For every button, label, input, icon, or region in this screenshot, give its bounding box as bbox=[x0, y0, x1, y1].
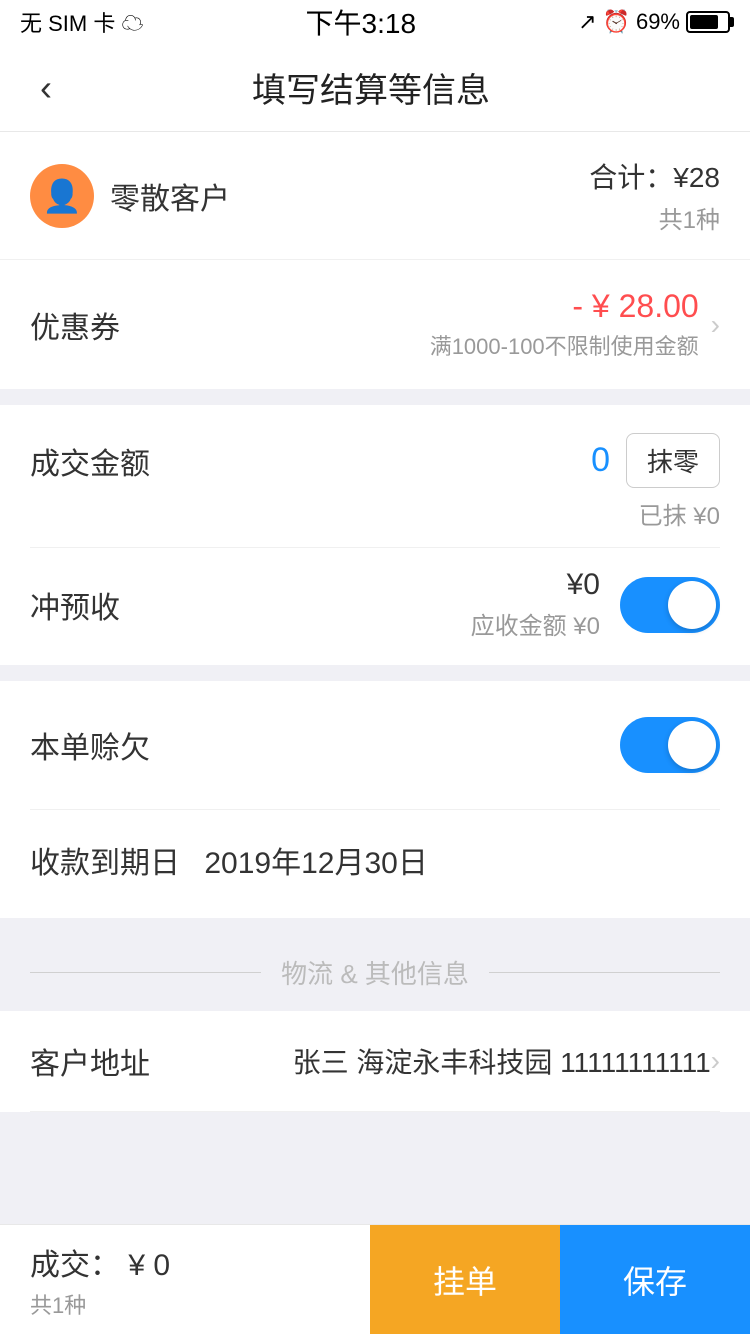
back-button[interactable]: ‹ bbox=[30, 57, 62, 119]
divider-line-right bbox=[489, 972, 720, 973]
bottom-amount-value: ¥ 0 bbox=[128, 1249, 170, 1282]
bottom-bar: 成交： ¥ 0 共1种 挂单 保存 bbox=[0, 1224, 750, 1334]
pending-button[interactable]: 挂单 bbox=[370, 1225, 560, 1334]
coupon-discount: - ¥ 28.00 bbox=[430, 288, 699, 325]
status-time: 下午3:18 bbox=[306, 2, 417, 42]
direction-icon: ↗ bbox=[578, 9, 596, 35]
debt-row: 本单赊欠 bbox=[30, 681, 720, 809]
pre-amount-sub: 应收金额 ¥0 bbox=[471, 606, 600, 641]
pre-receive-toggle[interactable] bbox=[620, 577, 720, 633]
customer-section: 👤 零散客户 合计：¥28 共1种 优惠券 - ¥ 28.00 满1000-10… bbox=[0, 132, 750, 389]
due-date-value: 2019年12月30日 bbox=[204, 847, 427, 880]
transaction-label: 成交金额 bbox=[30, 439, 150, 483]
bottom-count: 共1种 bbox=[30, 1288, 340, 1320]
pre-amount-main: ¥0 bbox=[471, 568, 600, 602]
alarm-icon: ⏰ bbox=[603, 9, 630, 35]
save-button[interactable]: 保存 bbox=[560, 1225, 750, 1334]
pre-receive-right: ¥0 应收金额 ¥0 bbox=[471, 568, 720, 641]
coupon-right: - ¥ 28.00 满1000-100不限制使用金额 › bbox=[430, 288, 720, 361]
coupon-info: - ¥ 28.00 满1000-100不限制使用金额 bbox=[430, 288, 699, 361]
customer-left: 👤 零散客户 bbox=[30, 164, 230, 228]
battery-percent: 69% bbox=[636, 9, 680, 35]
chevron-right-icon: › bbox=[711, 309, 720, 341]
debt-toggle[interactable] bbox=[620, 717, 720, 773]
customer-name: 零散客户 bbox=[110, 174, 230, 218]
debt-label: 本单赊欠 bbox=[30, 723, 150, 767]
page-title: 填写结算等信息 bbox=[72, 63, 670, 112]
total-amount: 合计：¥28 bbox=[589, 156, 720, 196]
nav-bar: ‹ 填写结算等信息 bbox=[0, 44, 750, 132]
coupon-label: 优惠券 bbox=[30, 303, 120, 347]
debt-section: 本单赊欠 收款到期日 2019年12月30日 bbox=[0, 681, 750, 918]
due-date-label: 收款到期日 bbox=[30, 847, 180, 880]
round-button[interactable]: 抹零 bbox=[626, 433, 720, 488]
status-bar: 无 SIM 卡 ☁ 下午3:18 ↗ ⏰ 69% bbox=[0, 0, 750, 44]
avatar: 👤 bbox=[30, 164, 94, 228]
bottom-amount-label: 成交： bbox=[30, 1249, 120, 1282]
address-value: 张三 海淀永丰科技园 11111111111 bbox=[170, 1041, 711, 1081]
logistics-divider: 物流 & 其他信息 bbox=[0, 934, 750, 1011]
address-label: 客户地址 bbox=[30, 1039, 150, 1083]
total-count: 共1种 bbox=[589, 200, 720, 235]
debt-toggle-thumb bbox=[668, 721, 716, 769]
transaction-value: 0 bbox=[591, 441, 610, 480]
status-right: ↗ ⏰ 69% bbox=[578, 9, 730, 35]
due-date-row: 收款到期日 2019年12月30日 bbox=[30, 809, 720, 918]
battery-icon bbox=[686, 11, 730, 33]
main-content: 👤 零散客户 合计：¥28 共1种 优惠券 - ¥ 28.00 满1000-10… bbox=[0, 132, 750, 1248]
address-row[interactable]: 客户地址 张三 海淀永丰科技园 11111111111 › bbox=[30, 1011, 720, 1112]
address-chevron-icon: › bbox=[711, 1045, 720, 1077]
transaction-section: 成交金额 0 抹零 已抹 ¥0 冲预收 ¥0 应收金额 ¥0 bbox=[0, 405, 750, 665]
coupon-row[interactable]: 优惠券 - ¥ 28.00 满1000-100不限制使用金额 › bbox=[0, 259, 750, 389]
customer-right: 合计：¥28 共1种 bbox=[589, 156, 720, 235]
bottom-info: 成交： ¥ 0 共1种 bbox=[0, 1225, 370, 1334]
avatar-icon: 👤 bbox=[42, 177, 82, 215]
pre-receive-row: 冲预收 ¥0 应收金额 ¥0 bbox=[30, 547, 720, 665]
coupon-description: 满1000-100不限制使用金额 bbox=[430, 329, 699, 361]
sim-status: 无 SIM 卡 ☁ bbox=[20, 6, 143, 38]
address-section: 客户地址 张三 海淀永丰科技园 11111111111 › bbox=[0, 1011, 750, 1112]
pre-receive-label: 冲预收 bbox=[30, 583, 120, 627]
bottom-amount: 成交： ¥ 0 bbox=[30, 1240, 340, 1284]
logistics-label: 物流 & 其他信息 bbox=[261, 954, 489, 991]
transaction-row: 成交金额 0 抹零 bbox=[30, 405, 720, 496]
toggle-thumb bbox=[668, 581, 716, 629]
divider-line-left bbox=[30, 972, 261, 973]
transaction-value-area: 0 抹零 bbox=[591, 433, 720, 488]
transaction-sub: 已抹 ¥0 bbox=[30, 496, 720, 547]
customer-row: 👤 零散客户 合计：¥28 共1种 bbox=[0, 132, 750, 259]
pre-receive-amounts: ¥0 应收金额 ¥0 bbox=[471, 568, 600, 641]
status-left: 无 SIM 卡 ☁ bbox=[20, 6, 143, 38]
